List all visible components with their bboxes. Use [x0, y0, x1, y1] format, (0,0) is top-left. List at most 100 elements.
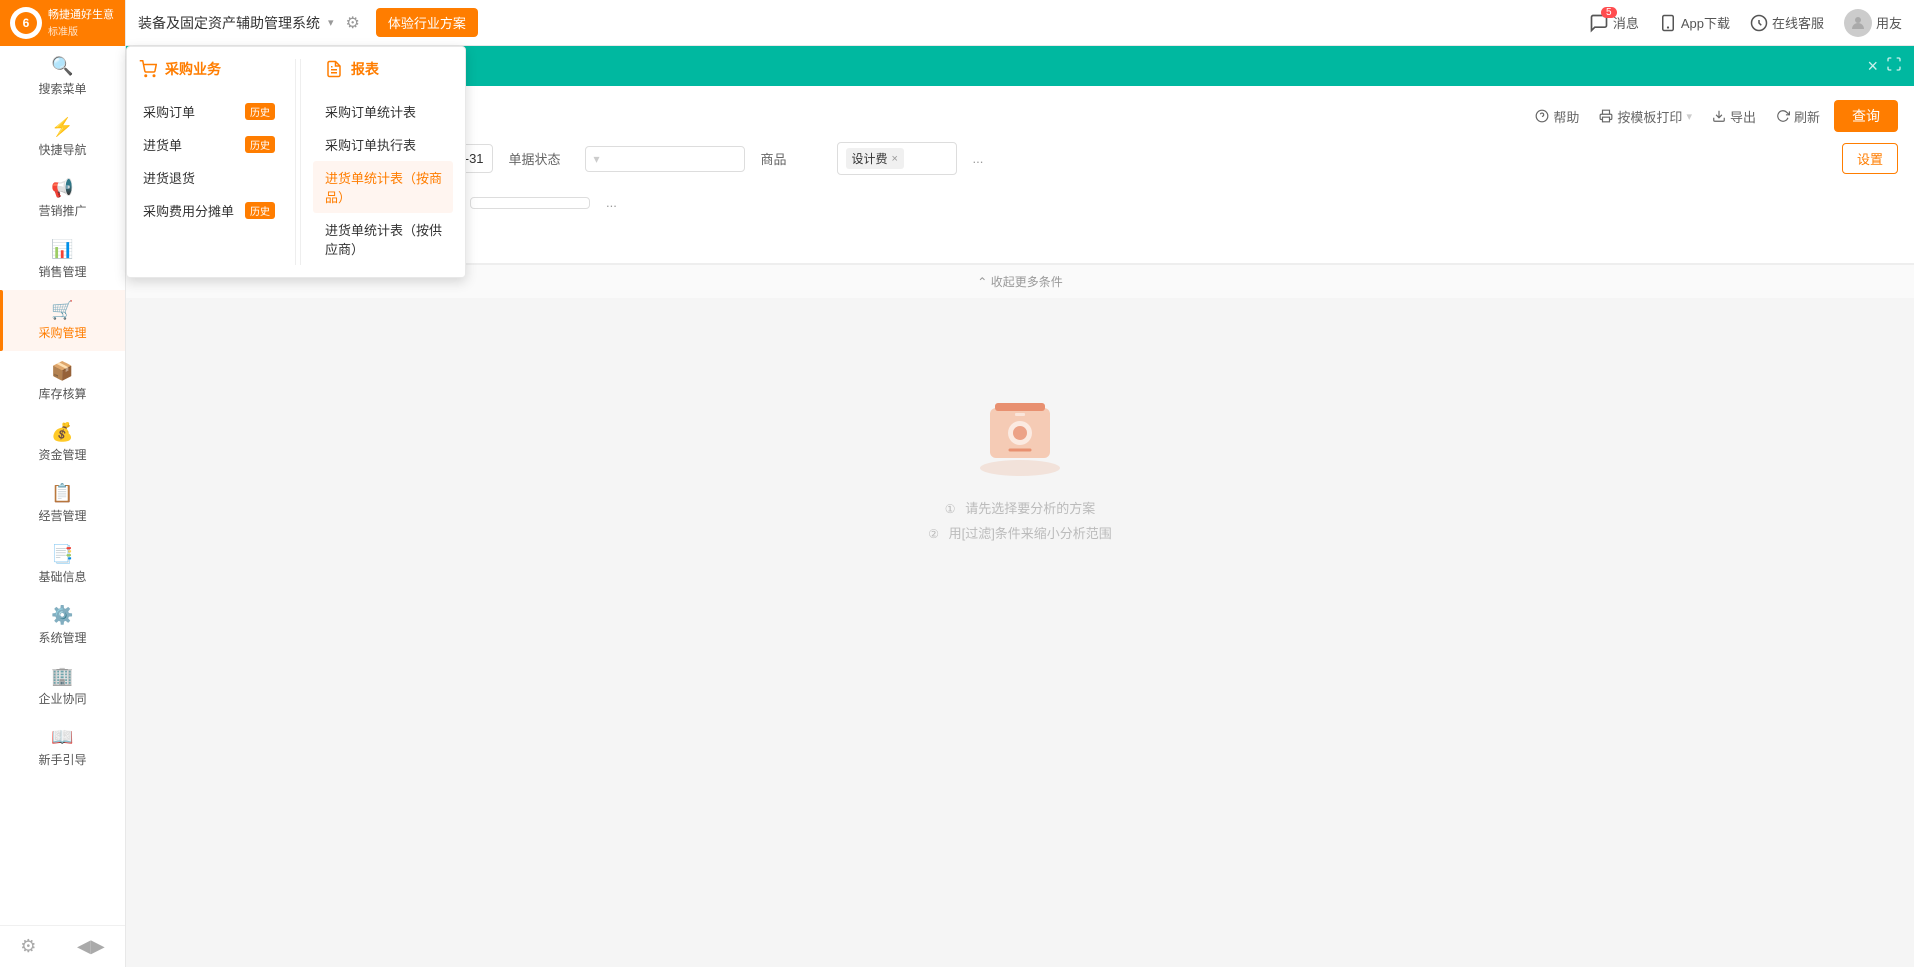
user-label: 用友	[1876, 13, 1902, 32]
industry-btn[interactable]: 体验行业方案	[376, 8, 478, 37]
sidebar-item-label: 资金管理	[38, 446, 86, 463]
active-bar	[0, 290, 3, 351]
inventory-icon: 📦	[51, 361, 73, 382]
dropdown-item-report-1[interactable]: 采购订单执行表	[313, 128, 453, 161]
dropdown-item-report-3[interactable]: 进货单统计表（按供应商）	[313, 213, 453, 265]
avatar	[1844, 9, 1872, 37]
svg-text:6: 6	[23, 16, 30, 30]
sidebar-item-search[interactable]: 🔍 搜索菜单	[0, 46, 125, 107]
goods-label: 商品	[761, 149, 821, 168]
messages-item[interactable]: 5 消息	[1589, 13, 1639, 33]
tab-bar-right: ×	[1867, 56, 1914, 77]
user-item[interactable]: 用友	[1844, 9, 1902, 37]
query-btn[interactable]: 查询	[1834, 100, 1898, 132]
sidebar-item-basic[interactable]: 📑 基础信息	[0, 534, 125, 595]
goods-dots[interactable]: ...	[973, 151, 984, 166]
export-btn[interactable]: 导出	[1706, 103, 1762, 130]
goods-tag-close[interactable]: ×	[892, 153, 898, 165]
operations-icon: 📋	[51, 483, 73, 504]
dropdown-item-purchase-order[interactable]: 采购订单 历史	[139, 95, 279, 128]
logo-area: 6 畅捷通好生意 标准版	[0, 0, 125, 46]
sidebar-item-label: 快捷导航	[38, 141, 86, 158]
refresh-btn[interactable]: 刷新	[1770, 103, 1826, 130]
sidebar-item-purchase[interactable]: 🛒 采购管理	[0, 290, 125, 351]
dropdown-item-return[interactable]: 进货退货	[139, 161, 279, 194]
goods-tag: 设计费 ×	[846, 148, 904, 169]
print-btn[interactable]: 按模板打印 ▾	[1593, 103, 1698, 130]
purchase-dropdown-menu: 采购业务 采购订单 历史 进货单 历史 进货退货 采购费用分摊单 历史	[126, 46, 466, 278]
sidebar-item-label: 系统管理	[38, 629, 86, 646]
sidebar-item-inventory[interactable]: 📦 库存核算	[0, 351, 125, 412]
logo-icon: 6	[10, 7, 42, 39]
finance-icon: 💰	[51, 422, 73, 443]
topbar-right: 5 消息 App下载 在线客服	[1589, 9, 1902, 37]
dropdown-item-receiving[interactable]: 进货单 历史	[139, 128, 279, 161]
settings-btn[interactable]: 设置	[1842, 143, 1898, 174]
online-service-label: 在线客服	[1772, 13, 1824, 32]
messages-count: 5	[1601, 7, 1617, 18]
sidebar-item-marketing[interactable]: 📢 营销推广	[0, 168, 125, 229]
online-service-item[interactable]: 在线客服	[1750, 13, 1824, 32]
goods-tag-text: 设计费	[852, 150, 888, 167]
help-btn[interactable]: 帮助	[1529, 103, 1585, 130]
system-icon: ⚙️	[51, 605, 73, 626]
sidebar-item-label: 新手引导	[38, 751, 86, 768]
refresh-label: 刷新	[1794, 107, 1820, 126]
history-badge-1: 历史	[245, 136, 275, 153]
doc-status-select[interactable]: ▾	[585, 146, 745, 172]
sidebar-item-system[interactable]: ⚙️ 系统管理	[0, 595, 125, 656]
dropdown-item-report-2[interactable]: 进货单统计表（按商品）	[313, 161, 453, 213]
logo-text: 畅捷通好生意	[48, 8, 114, 23]
empty-state: ① 请先选择要分析的方案 ② 用[过滤]条件来缩小分析范围	[126, 298, 1914, 628]
doc-status-value: ▾	[594, 152, 600, 166]
settings-bottom-icon[interactable]: ⚙	[20, 936, 36, 957]
sidebar-item-enterprise[interactable]: 🏢 企业协同	[0, 656, 125, 717]
export-label: 导出	[1730, 107, 1756, 126]
sidebar-item-operations[interactable]: 📋 经营管理	[0, 473, 125, 534]
notification-badge: 5	[1589, 13, 1609, 33]
collapse-text: 收起更多条件	[991, 275, 1063, 289]
sidebar-item-guide[interactable]: 📖 新手引导	[0, 717, 125, 778]
purchase-icon: 🛒	[51, 300, 73, 321]
app-download-item[interactable]: App下载	[1659, 13, 1730, 32]
collapse-sidebar-icon[interactable]: ◀▶	[77, 936, 105, 957]
app-download-label: App下载	[1681, 13, 1730, 32]
sidebar-item-sales[interactable]: 📊 销售管理	[0, 229, 125, 290]
print-dropdown-icon[interactable]: ▾	[1686, 110, 1692, 123]
salesperson-input[interactable]	[470, 197, 590, 209]
shortcut-icon: ⚡	[51, 117, 73, 138]
enterprise-icon: 🏢	[51, 666, 73, 687]
window-expand-icon[interactable]	[1886, 56, 1902, 77]
sidebar-item-label: 营销推广	[38, 202, 86, 219]
system-dropdown-arrow[interactable]: ▾	[328, 16, 334, 29]
dropdown-report-title: 报表	[313, 59, 453, 85]
help-label: 帮助	[1553, 107, 1579, 126]
sidebar-bottom: ⚙ ◀▶	[0, 925, 125, 967]
empty-hint-1: ① 请先选择要分析的方案	[945, 498, 1095, 517]
sidebar-item-label: 搜索菜单	[38, 80, 86, 97]
logo-sub: 标准版	[48, 23, 114, 38]
empty-hint-2: ② 用[过滤]条件来缩小分析范围	[928, 523, 1112, 542]
dropdown-purchase-title: 采购业务	[139, 59, 279, 85]
messages-label: 消息	[1613, 13, 1639, 32]
system-title: 装备及固定资产辅助管理系统	[138, 13, 320, 33]
sidebar: 6 畅捷通好生意 标准版 🔍 搜索菜单 ⚡ 快捷导航 📢 营销推广 📊 销售管理…	[0, 0, 126, 967]
marketing-icon: 📢	[51, 178, 73, 199]
salesperson-dots[interactable]: ...	[606, 195, 617, 210]
sidebar-item-label: 经营管理	[38, 507, 86, 524]
sales-icon: 📊	[51, 239, 73, 260]
window-close-icon[interactable]: ×	[1867, 56, 1878, 77]
guide-icon: 📖	[51, 727, 73, 748]
search-icon: 🔍	[51, 56, 73, 77]
basic-icon: 📑	[51, 544, 73, 565]
dropdown-item-report-0[interactable]: 采购订单统计表	[313, 95, 453, 128]
dropdown-item-expense[interactable]: 采购费用分摊单 历史	[139, 194, 279, 227]
sidebar-item-finance[interactable]: 💰 资金管理	[0, 412, 125, 473]
sidebar-item-shortcut[interactable]: ⚡ 快捷导航	[0, 107, 125, 168]
sidebar-item-label: 库存核算	[38, 385, 86, 402]
goods-input[interactable]: 设计费 ×	[837, 142, 957, 175]
settings-icon[interactable]: ⚙	[346, 13, 360, 33]
main-topbar: 装备及固定资产辅助管理系统 ▾ ⚙ 体验行业方案 5 消息 Ap	[126, 0, 1914, 46]
empty-icon	[960, 378, 1080, 478]
dropdown-purchase-col: 采购业务 采购订单 历史 进货单 历史 进货退货 采购费用分摊单 历史	[127, 59, 291, 265]
